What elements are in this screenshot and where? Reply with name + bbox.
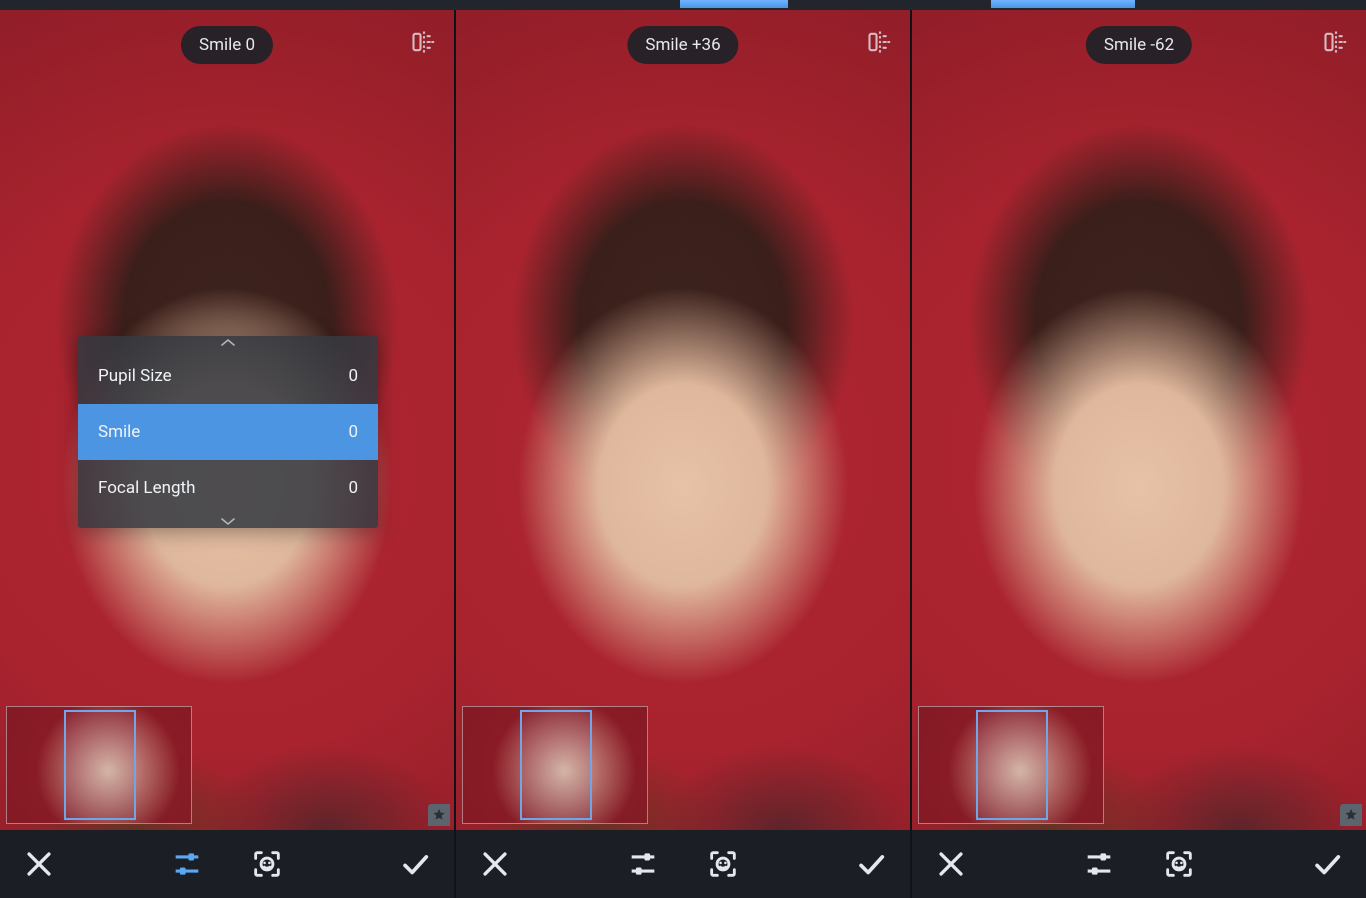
- face-detect-icon: [250, 847, 284, 881]
- compare-split-icon: [866, 28, 894, 56]
- confirm-button[interactable]: [854, 847, 888, 881]
- top-tab-strip: [0, 0, 1366, 10]
- checkmark-icon: [854, 847, 888, 881]
- cancel-button[interactable]: [934, 847, 968, 881]
- toolbar-group-1: [456, 830, 912, 898]
- compare-button[interactable]: [1322, 28, 1350, 56]
- option-row-focal-length[interactable]: Focal Length 0: [78, 460, 378, 516]
- option-value: 0: [348, 478, 358, 498]
- face-detect-button[interactable]: [1162, 847, 1196, 881]
- top-tab-active-2[interactable]: [991, 0, 1135, 8]
- panels-row: Smile 0 Pupil Size 0 Smile 0 Focal: [0, 10, 1366, 830]
- compare-button[interactable]: [410, 28, 438, 56]
- toolbar-group-2: [912, 830, 1366, 898]
- parameter-pill-label: Smile +36: [645, 35, 720, 55]
- option-label: Smile: [98, 422, 140, 442]
- adjust-button[interactable]: [626, 847, 660, 881]
- sliders-icon: [626, 847, 660, 881]
- close-icon: [22, 847, 56, 881]
- adjust-button[interactable]: [170, 847, 204, 881]
- checkmark-icon: [398, 847, 432, 881]
- star-icon: [432, 808, 446, 822]
- parameter-pill: Smile +36: [627, 26, 738, 64]
- sliders-icon: [170, 847, 204, 881]
- compare-split-icon: [1322, 28, 1350, 56]
- favorite-toggle[interactable]: [1340, 804, 1362, 826]
- compare-split-icon: [410, 28, 438, 56]
- confirm-button[interactable]: [1310, 847, 1344, 881]
- close-icon: [934, 847, 968, 881]
- close-icon: [478, 847, 512, 881]
- parameter-pill: Smile 0: [181, 26, 273, 64]
- favorite-toggle[interactable]: [428, 804, 450, 826]
- navigator-viewport[interactable]: [64, 710, 136, 820]
- preview-panel-2: Smile -62: [912, 10, 1366, 830]
- navigator-viewport[interactable]: [520, 710, 592, 820]
- option-value: 0: [348, 422, 358, 442]
- star-icon: [1344, 808, 1358, 822]
- toolbar-group-0: [0, 830, 456, 898]
- cancel-button[interactable]: [22, 847, 56, 881]
- option-label: Focal Length: [98, 478, 195, 498]
- option-value: 0: [348, 366, 358, 386]
- chevron-down-icon[interactable]: [78, 516, 378, 528]
- preview-panel-1: Smile +36: [456, 10, 912, 830]
- navigator-thumbnail[interactable]: [462, 706, 648, 824]
- sliders-icon: [1082, 847, 1116, 881]
- compare-button[interactable]: [866, 28, 894, 56]
- preview-panel-0: Smile 0 Pupil Size 0 Smile 0 Focal: [0, 10, 456, 830]
- adjust-button[interactable]: [1082, 847, 1116, 881]
- navigator-thumbnail[interactable]: [6, 706, 192, 824]
- option-label: Pupil Size: [98, 366, 172, 386]
- navigator-viewport[interactable]: [976, 710, 1048, 820]
- parameter-options-popup[interactable]: Pupil Size 0 Smile 0 Focal Length 0: [78, 336, 378, 528]
- confirm-button[interactable]: [398, 847, 432, 881]
- option-row-pupil-size[interactable]: Pupil Size 0: [78, 348, 378, 404]
- face-detect-button[interactable]: [250, 847, 284, 881]
- checkmark-icon: [1310, 847, 1344, 881]
- face-detect-button[interactable]: [706, 847, 740, 881]
- face-detect-icon: [706, 847, 740, 881]
- option-row-smile[interactable]: Smile 0: [78, 404, 378, 460]
- parameter-pill: Smile -62: [1086, 26, 1192, 64]
- navigator-thumbnail[interactable]: [918, 706, 1104, 824]
- top-tab-active-1[interactable]: [680, 0, 788, 8]
- bottom-toolbar: [0, 830, 1366, 898]
- cancel-button[interactable]: [478, 847, 512, 881]
- face-detect-icon: [1162, 847, 1196, 881]
- parameter-pill-label: Smile -62: [1104, 35, 1174, 55]
- chevron-up-icon[interactable]: [78, 336, 378, 348]
- parameter-pill-label: Smile 0: [199, 35, 255, 55]
